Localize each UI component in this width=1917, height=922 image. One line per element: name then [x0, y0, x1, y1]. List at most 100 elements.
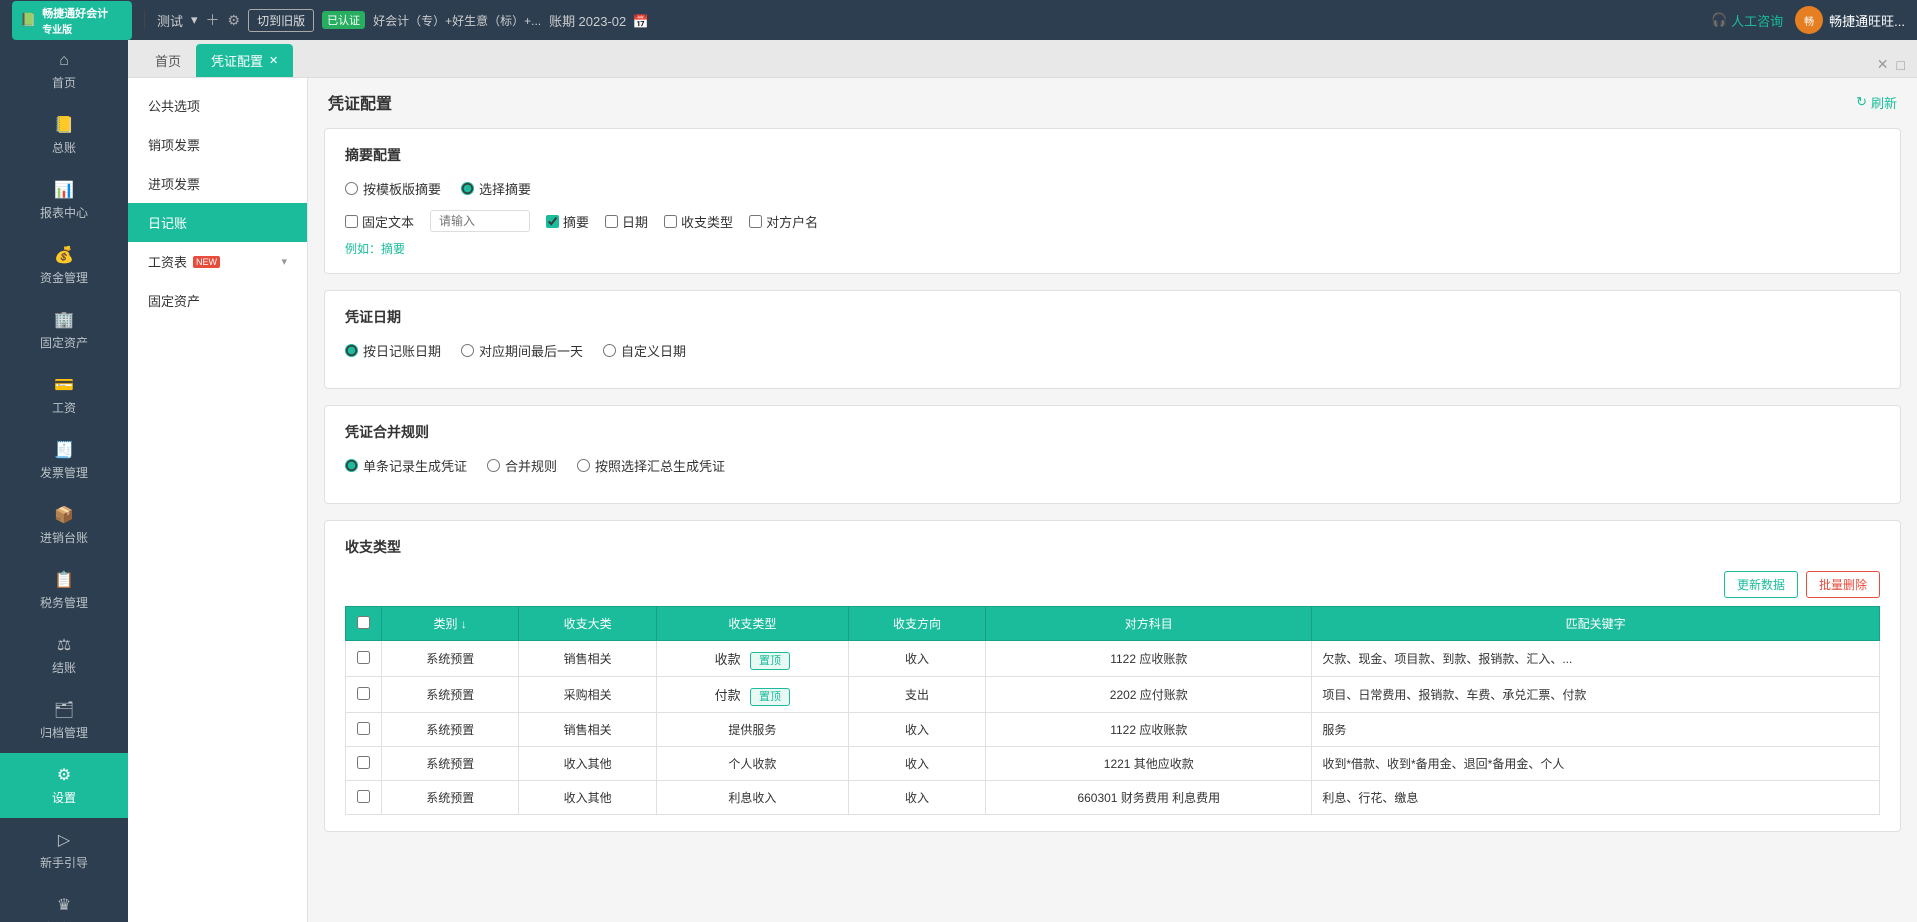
radio-custom-date[interactable]: 自定义日期 [603, 341, 686, 360]
row3-checkbox-cell[interactable] [346, 747, 382, 781]
settings-icon[interactable]: ⚙ [228, 12, 241, 29]
sidebar-item-fund[interactable]: 💰 资金管理 [0, 233, 128, 298]
refresh-btn[interactable]: ↻ 刷新 [1856, 93, 1897, 112]
sidebar-item-salary[interactable]: 💳 工资 [0, 363, 128, 428]
th-direction: 收支方向 [848, 607, 985, 641]
row0-top-badge[interactable]: 置顶 [750, 652, 790, 670]
row3-category: 系统预置 [382, 747, 519, 781]
th-category[interactable]: 类别 ↓ [382, 607, 519, 641]
radio-merge[interactable]: 合并规则 [487, 456, 557, 475]
row1-checkbox-cell[interactable] [346, 677, 382, 713]
sidebar-item-fixed-asset[interactable]: 🏢 固定资产 [0, 298, 128, 363]
switch-old-btn[interactable]: 切到旧版 [248, 9, 314, 32]
sidebar-label-home: 首页 [52, 74, 76, 91]
arrow-icon: ▾ [281, 255, 287, 268]
sidebar-label-report: 报表中心 [40, 204, 88, 221]
company-dropdown[interactable]: ▾ [191, 12, 198, 28]
logo-icon: 📗 [20, 12, 36, 28]
radio-select-summary-input[interactable] [461, 182, 474, 195]
radio-merge-input[interactable] [487, 459, 500, 472]
sidebar-item-purchase-sales[interactable]: 📦 进销台账 [0, 493, 128, 558]
topbar-right: 🎧 人工咨询 畅 畅捷通旺旺... [1711, 6, 1905, 34]
tab-voucher-config[interactable]: 凭证配置 ✕ [196, 44, 293, 77]
calendar-icon[interactable]: 📅 [633, 14, 649, 29]
checkbox-date-input[interactable] [605, 215, 618, 228]
radio-merge-label: 合并规则 [505, 456, 557, 475]
settlement-icon: ⚖ [57, 635, 71, 655]
summary-section-title: 摘要配置 [345, 145, 1880, 165]
separator [144, 10, 145, 30]
left-nav-fixed-asset[interactable]: 固定资产 [128, 281, 307, 320]
sidebar-item-newbie[interactable]: ▷ 新手引导 [0, 818, 128, 883]
checkbox-income-type[interactable]: 收支类型 [664, 212, 733, 231]
row0-subject: 1122 应收账款 [986, 641, 1312, 677]
radio-single-input[interactable] [345, 459, 358, 472]
checkbox-counterparty[interactable]: 对方户名 [749, 212, 818, 231]
checkbox-counterparty-input[interactable] [749, 215, 762, 228]
window-close-btn[interactable]: ✕ [1877, 56, 1889, 73]
radio-period-last[interactable]: 对应期间最后一天 [461, 341, 583, 360]
checkbox-summary[interactable]: 摘要 [546, 212, 589, 231]
left-nav-sales-label: 销项发票 [148, 135, 200, 154]
user-info[interactable]: 畅 畅捷通旺旺... [1795, 6, 1905, 34]
row4-direction: 收入 [848, 781, 985, 815]
sidebar-item-ledger[interactable]: 📒 总账 [0, 103, 128, 168]
summary-config-section: 摘要配置 按模板版摘要 选择摘要 [324, 128, 1901, 274]
add-icon[interactable]: ＋ [206, 10, 220, 30]
radio-by-template[interactable]: 按模板版摘要 [345, 179, 441, 198]
row4-checkbox[interactable] [357, 790, 370, 803]
row0-checkbox-cell[interactable] [346, 641, 382, 677]
radio-by-journal-input[interactable] [345, 344, 358, 357]
left-nav-public-label: 公共选项 [148, 96, 200, 115]
sidebar-item-home[interactable]: ⌂ 首页 [0, 40, 128, 103]
radio-period-last-input[interactable] [461, 344, 474, 357]
sidebar-item-report[interactable]: 📊 报表中心 [0, 168, 128, 233]
sidebar-item-settings[interactable]: ⚙ 设置 [0, 753, 128, 818]
radio-by-selection[interactable]: 按照选择汇总生成凭证 [577, 456, 725, 475]
radio-by-template-input[interactable] [345, 182, 358, 195]
row4-checkbox-cell[interactable] [346, 781, 382, 815]
checkbox-income-type-input[interactable] [664, 215, 677, 228]
left-nav-daily-ledger[interactable]: 日记账 [128, 203, 307, 242]
window-maximize-btn[interactable]: □ [1897, 57, 1905, 73]
row0-checkbox[interactable] [357, 651, 370, 664]
sidebar-label-tax: 税务管理 [40, 594, 88, 611]
left-nav-sales-invoice[interactable]: 销项发票 [128, 125, 307, 164]
row1-checkbox[interactable] [357, 687, 370, 700]
sidebar-item-tax[interactable]: 📋 税务管理 [0, 558, 128, 623]
checkbox-fixed-text-input[interactable] [345, 215, 358, 228]
tab-home[interactable]: 首页 [140, 44, 196, 77]
checkbox-fixed-text[interactable]: 固定文本 [345, 212, 414, 231]
left-nav-payroll[interactable]: 工资表 NEW ▾ [128, 242, 307, 281]
sidebar-label-ledger: 总账 [52, 139, 76, 156]
invoice-mgmt-icon: 🧾 [54, 440, 74, 460]
radio-by-selection-input[interactable] [577, 459, 590, 472]
select-all-checkbox[interactable] [357, 616, 370, 629]
radio-single[interactable]: 单条记录生成凭证 [345, 456, 467, 475]
company-name[interactable]: 测试 [157, 11, 183, 30]
sidebar-item-member[interactable]: ♛ 畅会员 [0, 883, 128, 922]
purchase-sales-icon: 📦 [54, 505, 74, 525]
income-expense-table: 类别 ↓ 收支大类 收支类型 收支方向 对方科目 匹配关键字 [345, 606, 1880, 815]
row1-top-badge[interactable]: 置顶 [750, 688, 790, 706]
table-row: 系统预置 采购相关 付款 置顶 支出 2202 应付账款 项目、日常费用、报销款… [346, 677, 1880, 713]
fixed-text-input[interactable] [430, 210, 530, 232]
sidebar-item-settlement[interactable]: ⚖ 结账 [0, 623, 128, 688]
consult-btn[interactable]: 🎧 人工咨询 [1711, 11, 1783, 30]
batch-delete-btn[interactable]: 批量删除 [1806, 571, 1880, 598]
radio-by-journal[interactable]: 按日记账日期 [345, 341, 441, 360]
checkbox-date[interactable]: 日期 [605, 212, 648, 231]
tab-close-btn[interactable]: ✕ [269, 54, 278, 67]
radio-select-summary[interactable]: 选择摘要 [461, 179, 531, 198]
left-nav-public[interactable]: 公共选项 [128, 86, 307, 125]
sidebar-item-invoice-mgmt[interactable]: 🧾 发票管理 [0, 428, 128, 493]
update-data-btn[interactable]: 更新数据 [1724, 571, 1798, 598]
radio-custom-date-input[interactable] [603, 344, 616, 357]
sidebar-item-archive[interactable]: 🗂 归档管理 [0, 688, 128, 753]
row3-checkbox[interactable] [357, 756, 370, 769]
left-nav-purchase-invoice[interactable]: 进项发票 [128, 164, 307, 203]
th-checkbox[interactable] [346, 607, 382, 641]
checkbox-summary-input[interactable] [546, 215, 559, 228]
row2-checkbox-cell[interactable] [346, 713, 382, 747]
row2-checkbox[interactable] [357, 722, 370, 735]
